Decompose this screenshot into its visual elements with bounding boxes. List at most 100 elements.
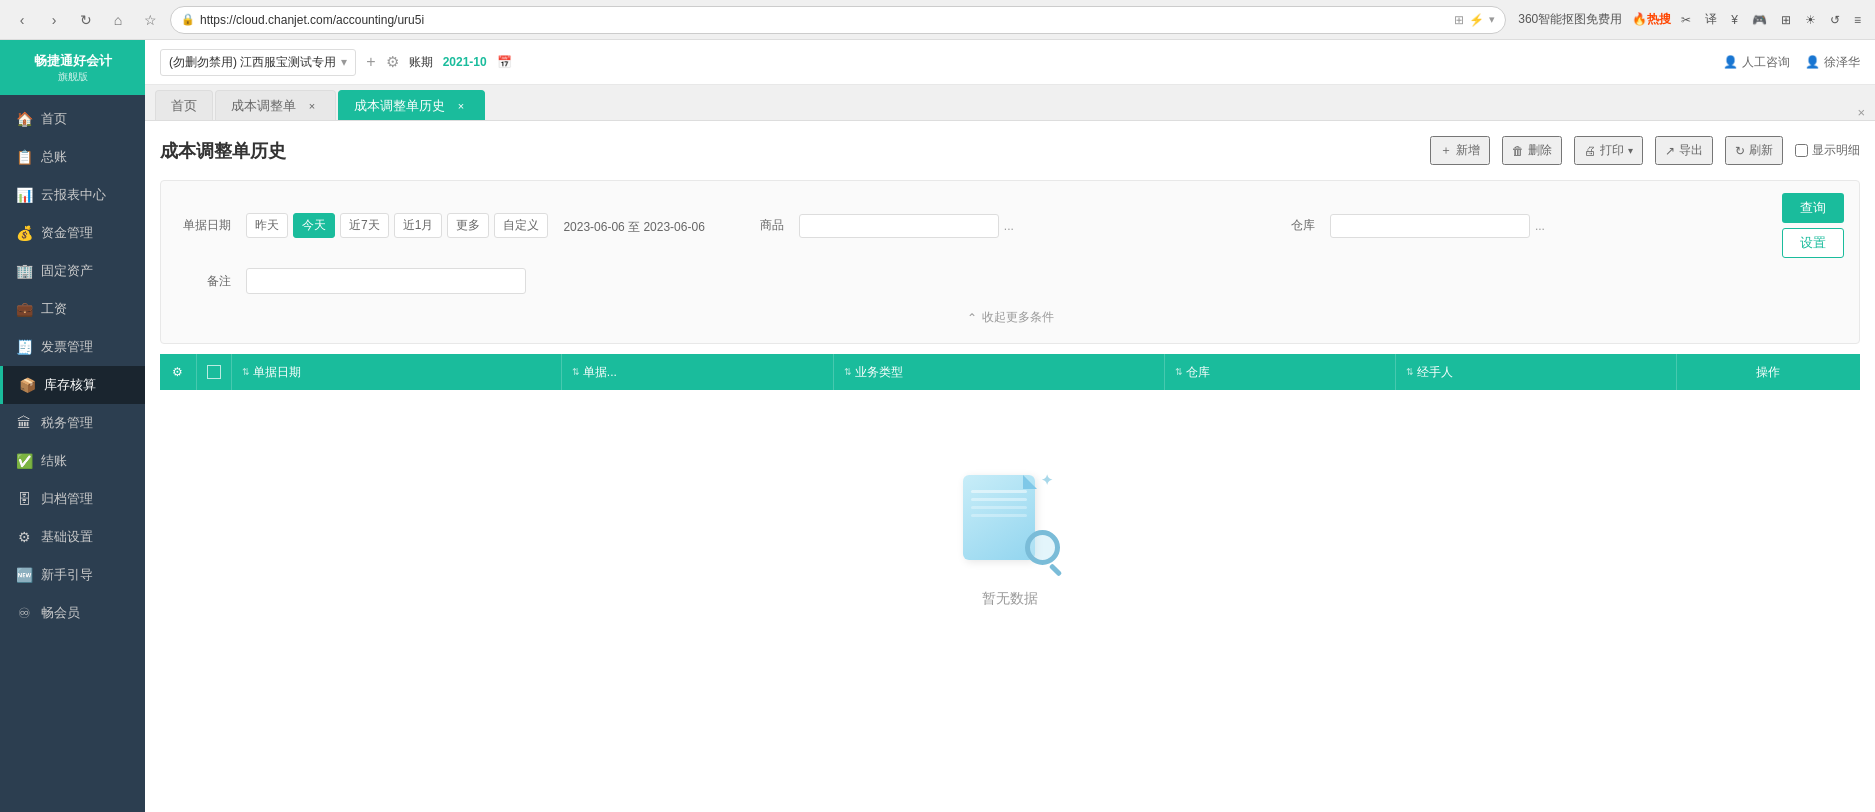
search-handle <box>1049 563 1062 576</box>
date-btn-1month[interactable]: 近1月 <box>394 213 443 238</box>
sidebar-item-archive[interactable]: 🗄 归档管理 <box>0 480 145 518</box>
display-cols-toggle[interactable]: 显示明细 <box>1795 142 1860 159</box>
sidebar-item-report[interactable]: 📊 云报表中心 <box>0 176 145 214</box>
sidebar-item-label: 发票管理 <box>41 338 93 356</box>
sidebar-item-home[interactable]: 🏠 首页 <box>0 100 145 138</box>
th-biz-type[interactable]: ⇅ 业务类型 <box>834 354 1164 390</box>
collapse-label: 收起更多条件 <box>982 309 1054 326</box>
th-doc-no[interactable]: ⇅ 单据... <box>561 354 834 390</box>
sun-icon[interactable]: ☀ <box>1801 11 1820 29</box>
date-btn-today[interactable]: 今天 <box>293 213 335 238</box>
menu-icon[interactable]: ≡ <box>1850 11 1865 29</box>
goods-more-icon[interactable]: ... <box>1004 219 1014 233</box>
sidebar-nav: 🏠 首页 📋 总账 📊 云报表中心 💰 资金管理 🏢 固定资产 💼 工资 <box>0 95 145 812</box>
settings-button[interactable]: 设置 <box>1782 228 1844 258</box>
user-avatar-icon: 👤 <box>1805 55 1820 69</box>
tab-close-icon[interactable]: × <box>304 98 320 114</box>
company-selector[interactable]: (勿删勿禁用) 江西服宝测试专用 ▾ <box>160 49 356 76</box>
sidebar-item-fund[interactable]: 💰 资金管理 <box>0 214 145 252</box>
date-btn-more[interactable]: 更多 <box>447 213 489 238</box>
remark-input[interactable] <box>246 268 526 294</box>
home-icon: 🏠 <box>15 111 33 127</box>
scissors-icon[interactable]: ✂ <box>1677 11 1695 29</box>
sidebar-item-label: 固定资产 <box>41 262 93 280</box>
tab-close-icon[interactable]: × <box>453 98 469 114</box>
forward-button[interactable]: › <box>42 8 66 32</box>
logo-sub: 旗舰版 <box>58 70 88 84</box>
delete-button[interactable]: 🗑 删除 <box>1502 136 1562 165</box>
wallet-icon[interactable]: ¥ <box>1727 11 1742 29</box>
back-button[interactable]: ‹ <box>10 8 34 32</box>
home-button[interactable]: ⌂ <box>106 8 130 32</box>
search-circle <box>1025 530 1060 565</box>
select-all-checkbox[interactable] <box>207 365 221 379</box>
refresh-button[interactable]: ↻ 刷新 <box>1725 136 1783 165</box>
export-button[interactable]: ↗ 导出 <box>1655 136 1713 165</box>
sidebar-item-salary[interactable]: 💼 工资 <box>0 290 145 328</box>
customer-service-button[interactable]: 👤 人工咨询 <box>1723 54 1790 71</box>
sidebar-item-close[interactable]: ✅ 结账 <box>0 442 145 480</box>
warehouse-more-icon[interactable]: ... <box>1535 219 1545 233</box>
query-button[interactable]: 查询 <box>1782 193 1844 223</box>
close-all-tabs-button[interactable]: × <box>1847 105 1875 120</box>
date-filter-group: 昨天 今天 近7天 近1月 更多 自定义 <box>246 213 548 238</box>
sort-up-icon: ⇅ <box>572 367 580 377</box>
tab-cost-adjust[interactable]: 成本调整单 × <box>215 90 336 120</box>
th-warehouse[interactable]: ⇅ 仓库 <box>1164 354 1395 390</box>
add-button[interactable]: ＋ 新增 <box>1430 136 1490 165</box>
tab-settings-icon[interactable]: ⚙ <box>386 53 399 71</box>
print-dropdown-icon: ▾ <box>1628 145 1633 156</box>
tab-cost-adjust-history[interactable]: 成本调整单历史 × <box>338 90 485 120</box>
display-cols-checkbox[interactable] <box>1795 144 1808 157</box>
sidebar-item-member[interactable]: ♾ 畅会员 <box>0 594 145 632</box>
th-gear[interactable]: ⚙ <box>160 354 196 390</box>
settings-icon: ⚙ <box>15 529 33 545</box>
th-checkbox[interactable] <box>196 354 231 390</box>
th-docno-label: 单据... <box>583 364 617 381</box>
th-date[interactable]: ⇅ 单据日期 <box>231 354 561 390</box>
translate-icon[interactable]: 译 <box>1701 9 1721 30</box>
date-btn-yesterday[interactable]: 昨天 <box>246 213 288 238</box>
sidebar-item-tax[interactable]: 🏛 税务管理 <box>0 404 145 442</box>
service-label: 人工咨询 <box>1742 54 1790 71</box>
collapse-icon: ⌃ <box>967 311 977 325</box>
add-tab-button[interactable]: + <box>366 53 375 71</box>
calendar-icon[interactable]: 📅 <box>497 55 512 69</box>
history-icon[interactable]: ↺ <box>1826 11 1844 29</box>
tab-home[interactable]: 首页 <box>155 90 213 120</box>
goods-input[interactable] <box>799 214 999 238</box>
sidebar: 畅捷通好会计 旗舰版 🏠 首页 📋 总账 📊 云报表中心 💰 资金管理 🏢 <box>0 40 145 812</box>
delete-label: 删除 <box>1528 142 1552 159</box>
sidebar-logo[interactable]: 畅捷通好会计 旗舰版 <box>0 40 145 95</box>
warehouse-filter-group: 仓库 <box>1291 217 1315 234</box>
game-icon[interactable]: 🎮 <box>1748 11 1771 29</box>
collapse-bar[interactable]: ⌃ 收起更多条件 <box>176 304 1844 331</box>
print-button[interactable]: 🖨 打印 ▾ <box>1574 136 1643 165</box>
user-profile-button[interactable]: 👤 徐泽华 <box>1805 54 1860 71</box>
date-btn-custom[interactable]: 自定义 <box>494 213 548 238</box>
tab-label: 成本调整单 <box>231 97 296 115</box>
warehouse-input[interactable] <box>1330 214 1530 238</box>
address-bar[interactable]: 🔒 https://cloud.chanjet.com/accounting/u… <box>170 6 1506 34</box>
close-account-icon: ✅ <box>15 453 33 469</box>
sidebar-item-settings[interactable]: ⚙ 基础设置 <box>0 518 145 556</box>
print-icon: 🖨 <box>1584 144 1596 158</box>
remark-label: 备注 <box>176 273 231 290</box>
guide-icon: 🆕 <box>15 567 33 583</box>
date-btn-7days[interactable]: 近7天 <box>340 213 389 238</box>
th-handler[interactable]: ⇅ 经手人 <box>1395 354 1676 390</box>
grid-icon[interactable]: ⊞ <box>1777 11 1795 29</box>
hot-search-label[interactable]: 🔥热搜 <box>1632 11 1671 28</box>
sidebar-item-guide[interactable]: 🆕 新手引导 <box>0 556 145 594</box>
warehouse-input-area: ... <box>1330 214 1767 238</box>
sidebar-item-asset[interactable]: 🏢 固定资产 <box>0 252 145 290</box>
sidebar-item-invoice[interactable]: 🧾 发票管理 <box>0 328 145 366</box>
sidebar-item-label: 首页 <box>41 110 67 128</box>
sidebar-item-ledger[interactable]: 📋 总账 <box>0 138 145 176</box>
lock-icon: 🔒 <box>181 13 195 26</box>
search-tool[interactable]: 360智能抠图免费用 <box>1514 9 1626 30</box>
star-button[interactable]: ☆ <box>138 8 162 32</box>
sidebar-item-inventory[interactable]: 📦 库存核算 <box>0 366 145 404</box>
logo-title: 畅捷通好会计 <box>34 52 112 70</box>
refresh-button[interactable]: ↻ <box>74 8 98 32</box>
